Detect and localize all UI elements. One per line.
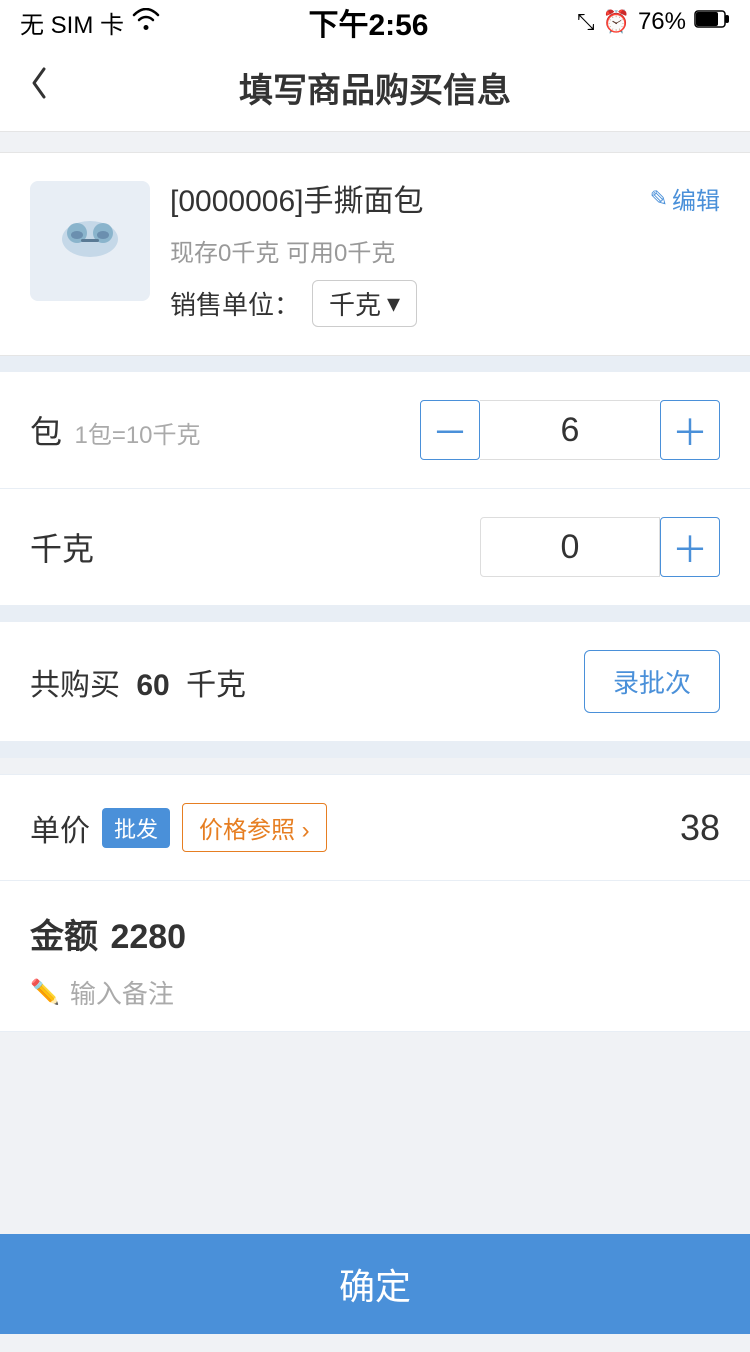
product-stock: 现存0千克 可用0千克 xyxy=(170,233,630,268)
alarm-icon: ⏰ xyxy=(603,9,630,35)
back-button[interactable] xyxy=(28,63,52,112)
unit-select[interactable]: 千克 ▾ xyxy=(312,280,417,327)
batch-button[interactable]: 录批次 xyxy=(584,650,720,713)
price-label: 单价 xyxy=(30,806,90,850)
qty-unit-bao: 包 xyxy=(30,414,62,450)
total-qty: 60 xyxy=(136,669,169,702)
status-bar: 无 SIM 卡 下午2:56 ⤡ ⏰ 76% xyxy=(0,0,750,44)
unit-dropdown-icon: ▾ xyxy=(387,288,400,319)
qty-sub-label: 1包=10千克 xyxy=(74,422,200,449)
section-divider-3 xyxy=(0,742,750,758)
price-section: 单价 批发 价格参照 › 38 xyxy=(0,774,750,881)
confirm-label: 确定 xyxy=(339,1258,411,1310)
price-value: 38 xyxy=(680,807,720,849)
location-icon: ⤡ xyxy=(577,9,595,35)
price-ref-button[interactable]: 价格参照 › xyxy=(182,803,327,852)
amount-row: 金额 2280 xyxy=(30,909,720,958)
remark-placeholder: 输入备注 xyxy=(70,974,174,1011)
section-divider-2 xyxy=(0,606,750,622)
qty-control-bao: － ＋ xyxy=(420,400,720,460)
edit-button[interactable]: ✎ 编辑 xyxy=(650,181,720,216)
time-label: 下午2:56 xyxy=(308,0,428,44)
amount-value: 2280 xyxy=(110,918,186,956)
carrier-label: 无 SIM 卡 xyxy=(20,5,124,40)
pencil-icon: ✏️ xyxy=(30,978,60,1007)
product-unit-row: 销售单位： 千克 ▾ xyxy=(170,280,630,327)
confirm-button[interactable]: 确定 xyxy=(0,1234,750,1334)
battery-icon xyxy=(694,8,730,36)
section-divider-1 xyxy=(0,356,750,372)
qty-input-bao[interactable] xyxy=(480,400,660,460)
product-edit[interactable]: ✎ 编辑 xyxy=(650,181,720,216)
qty-section-kg: 千克 ＋ xyxy=(0,489,750,606)
wifi-icon xyxy=(132,8,160,37)
qty-label-kg: 千克 xyxy=(30,524,94,570)
product-info: [0000006]手撕面包 现存0千克 可用0千克 销售单位： 千克 ▾ xyxy=(170,181,630,327)
total-unit: 千克 xyxy=(186,669,246,702)
edit-icon: ✎ xyxy=(650,186,668,212)
unit-label: 销售单位： xyxy=(170,285,300,322)
battery-label: 76% xyxy=(638,8,686,36)
product-image xyxy=(30,181,150,301)
nav-bar: 填写商品购买信息 xyxy=(0,44,750,132)
product-logo-icon xyxy=(55,211,125,271)
qty-input-kg[interactable] xyxy=(480,517,660,577)
qty-section-bao: 包 1包=10千克 － ＋ xyxy=(0,372,750,489)
qty-unit-kg: 千克 xyxy=(30,531,94,567)
total-prefix: 共购买 xyxy=(30,669,120,702)
qty-label-bao: 包 1包=10千克 xyxy=(30,407,201,453)
unit-value: 千克 xyxy=(329,285,381,322)
status-right: ⤡ ⏰ 76% xyxy=(577,8,730,36)
product-name: [0000006]手撕面包 xyxy=(170,181,630,223)
status-left: 无 SIM 卡 xyxy=(20,5,160,40)
increment-bao-button[interactable]: ＋ xyxy=(660,400,720,460)
edit-label: 编辑 xyxy=(672,181,720,216)
remark-row[interactable]: ✏️ 输入备注 xyxy=(30,974,720,1011)
price-tag-pifa: 批发 xyxy=(102,808,170,848)
price-left: 单价 批发 价格参照 › xyxy=(30,803,327,852)
amount-label: 金额 xyxy=(30,918,98,956)
page-title: 填写商品购买信息 xyxy=(239,63,511,112)
decrement-bao-button[interactable]: － xyxy=(420,400,480,460)
total-label: 共购买 60 千克 xyxy=(30,660,246,704)
product-card: [0000006]手撕面包 现存0千克 可用0千克 销售单位： 千克 ▾ ✎ 编… xyxy=(0,152,750,356)
amount-section: 金额 2280 ✏️ 输入备注 xyxy=(0,881,750,1032)
qty-control-kg: ＋ xyxy=(480,517,720,577)
total-section: 共购买 60 千克 录批次 xyxy=(0,622,750,742)
increment-kg-button[interactable]: ＋ xyxy=(660,517,720,577)
